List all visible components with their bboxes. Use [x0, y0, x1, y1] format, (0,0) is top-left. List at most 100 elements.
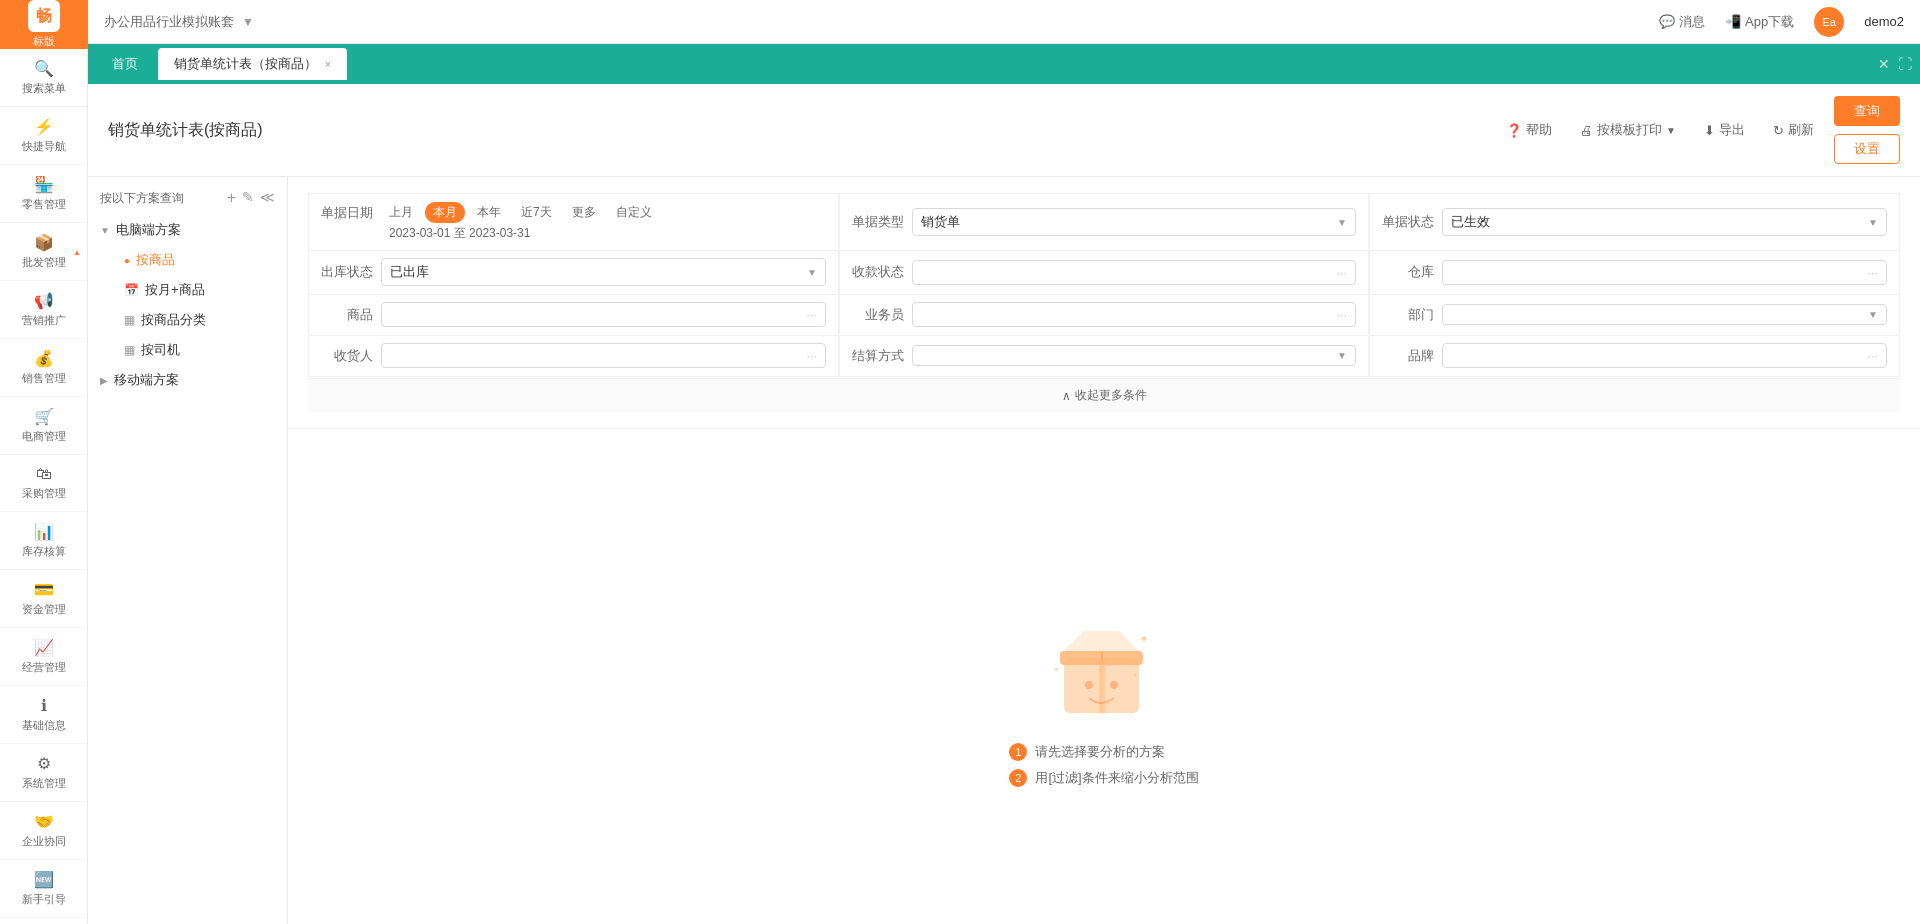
doc-status-select[interactable]: 已生效 ▼	[1442, 208, 1887, 236]
date-tabs-group: 上月 本月 本年 近7天 更多 自定义	[381, 202, 660, 223]
user-avatar[interactable]: Ea	[1814, 7, 1844, 37]
close-window-btn[interactable]: ✕	[1878, 56, 1890, 72]
empty-svg: ✦ ✦ ✦	[1044, 603, 1164, 723]
refresh-icon: ↻	[1773, 123, 1784, 138]
outbound-cell: 出库状态 已出库 ▼	[309, 250, 839, 294]
collapse-filters-btn[interactable]: ∧ 收起更多条件	[308, 378, 1900, 412]
doc-type-label: 单据类型	[852, 213, 912, 231]
settlement-select[interactable]: ▼	[912, 345, 1356, 366]
payment-label: 收款状态	[852, 263, 912, 281]
department-arrow: ▼	[1868, 309, 1878, 320]
department-select[interactable]: ▼	[1442, 304, 1887, 325]
date-tab-custom[interactable]: 自定义	[608, 202, 660, 223]
salesperson-label: 业务员	[852, 306, 912, 324]
sidebar-item-appcenter[interactable]: 📱 应用中心	[0, 918, 87, 924]
sidebar-item-newguide[interactable]: 🆕 新手引导	[0, 860, 87, 918]
tree-item-by-category[interactable]: ▦ 按商品分类	[116, 305, 287, 335]
sidebar-item-purchase[interactable]: 🛍 采购管理	[0, 455, 87, 512]
sidebar-item-ecommerce[interactable]: 🛒 电商管理	[0, 397, 87, 455]
sidebar-item-retail[interactable]: 🏪 零售管理	[0, 165, 87, 223]
outbound-select[interactable]: 已出库 ▼	[381, 258, 826, 286]
doc-type-select[interactable]: 销货单 ▼	[912, 208, 1356, 236]
date-tab-7days[interactable]: 近7天	[513, 202, 560, 223]
tree-item-by-month-goods[interactable]: 📅 按月+商品	[116, 275, 287, 305]
payment-cell: 收款状态 ···	[839, 250, 1369, 294]
query-button[interactable]: 查询	[1834, 96, 1900, 126]
purchase-icon: 🛍	[36, 465, 52, 483]
date-filter-label: 单据日期	[321, 204, 381, 222]
tab-sales-stats[interactable]: 销货单统计表（按商品） ×	[158, 48, 347, 80]
date-tab-this-year[interactable]: 本年	[469, 202, 509, 223]
svg-rect-3	[1099, 658, 1105, 713]
doc-status-arrow: ▼	[1868, 217, 1878, 228]
tab-home[interactable]: 首页	[96, 48, 154, 80]
sidebar-item-sales[interactable]: 💰 销售管理	[0, 339, 87, 397]
warehouse-input[interactable]: ···	[1442, 260, 1887, 285]
filter-row-2: 出库状态 已出库 ▼ 收款状态 ···	[308, 250, 1900, 295]
by-category-label: 按商品分类	[141, 311, 206, 329]
receiver-label: 收货人	[321, 347, 381, 365]
collapse-panel-btn[interactable]: ≪	[260, 189, 275, 207]
sidebar-item-operations[interactable]: 📈 经营管理	[0, 628, 87, 686]
left-panel-actions: + ✎ ≪	[227, 189, 275, 207]
help-btn[interactable]: ❓ 帮助	[1498, 117, 1560, 143]
collapse-icon: ∧	[1062, 389, 1071, 403]
doc-type-value: 销货单	[921, 213, 960, 231]
sidebar-item-quick-nav[interactable]: ⚡ 快捷导航	[0, 107, 87, 165]
salesperson-dots: ···	[1336, 307, 1347, 322]
edit-scheme-btn[interactable]: ✎	[242, 189, 254, 207]
tree-group-pc[interactable]: ▼ 电脑端方案	[88, 215, 287, 245]
sidebar-item-system[interactable]: ⚙ 系统管理	[0, 744, 87, 802]
outbound-value: 已出库	[390, 263, 429, 281]
salesperson-input[interactable]: ···	[912, 302, 1356, 327]
receiver-input[interactable]: ···	[381, 343, 826, 368]
top-header: 办公用品行业模拟账套 ▼ 💬 消息 📲 App下载 Ea demo2	[88, 0, 1920, 44]
refresh-btn[interactable]: ↻ 刷新	[1765, 117, 1822, 143]
date-tab-more[interactable]: 更多	[564, 202, 604, 223]
receiver-dots: ···	[806, 348, 817, 363]
filter-row-1: 单据日期 上月 本月 本年 近7天 更多 自定义	[308, 193, 1900, 251]
app-logo[interactable]: 畅 标版	[0, 0, 88, 49]
tab-close-btn[interactable]: ×	[325, 59, 331, 70]
add-scheme-btn[interactable]: +	[227, 189, 236, 207]
message-action[interactable]: 💬 消息	[1659, 13, 1705, 31]
sidebar-item-inventory[interactable]: 📊 库存核算	[0, 512, 87, 570]
maximize-window-btn[interactable]: ⛶	[1898, 56, 1912, 72]
tip-text-2: 用[过滤]条件来缩小分析范围	[1035, 769, 1198, 787]
brand-input[interactable]: ···	[1442, 343, 1887, 368]
sidebar-item-finance[interactable]: 💳 资金管理	[0, 570, 87, 628]
by-driver-icon: ▦	[124, 343, 135, 357]
goods-dots: ···	[806, 307, 817, 322]
date-tab-this-month[interactable]: 本月	[425, 202, 465, 223]
sidebar-item-wholesale[interactable]: 📦 批发管理	[0, 223, 87, 281]
tree-item-by-driver[interactable]: ▦ 按司机	[116, 335, 287, 365]
goods-input[interactable]: ···	[381, 302, 826, 327]
export-btn[interactable]: ⬇ 导出	[1696, 117, 1753, 143]
tree-item-by-goods[interactable]: ● 按商品	[116, 245, 287, 275]
payment-input[interactable]: ···	[912, 260, 1356, 285]
sidebar-item-basicinfo[interactable]: ℹ 基础信息	[0, 686, 87, 744]
app-download-action[interactable]: 📲 App下载	[1725, 13, 1794, 31]
cooperation-icon: 🤝	[34, 812, 54, 831]
by-month-goods-icon: 📅	[124, 283, 139, 297]
retail-icon: 🏪	[34, 175, 54, 194]
doc-status-value: 已生效	[1451, 213, 1490, 231]
sidebar-search[interactable]: 🔍 搜索菜单	[0, 49, 87, 107]
sidebar-item-marketing[interactable]: 📢 营销推广	[0, 281, 87, 339]
print-icon: 🖨	[1580, 123, 1593, 138]
svg-text:✦: ✦	[1132, 671, 1139, 680]
svg-point-5	[1110, 681, 1118, 689]
header-dropdown-arrow[interactable]: ▼	[242, 15, 254, 29]
tip-num-2: 2	[1009, 769, 1027, 787]
date-range-display: 2023-03-01 至 2023-03-31	[389, 226, 530, 240]
date-tab-prev-month[interactable]: 上月	[381, 202, 421, 223]
tab-bar: 首页 销货单统计表（按商品） × ✕ ⛶	[88, 44, 1920, 84]
tree-group-mobile[interactable]: ▶ 移动端方案	[88, 365, 287, 395]
print-btn[interactable]: 🖨 按模板打印 ▼	[1572, 117, 1684, 143]
help-label: 帮助	[1526, 121, 1552, 139]
header-left: 办公用品行业模拟账套 ▼	[104, 13, 254, 31]
export-icon: ⬇	[1704, 123, 1715, 138]
settings-button[interactable]: 设置	[1834, 134, 1900, 164]
help-icon: ❓	[1506, 123, 1522, 138]
sidebar-item-cooperation[interactable]: 🤝 企业协同	[0, 802, 87, 860]
